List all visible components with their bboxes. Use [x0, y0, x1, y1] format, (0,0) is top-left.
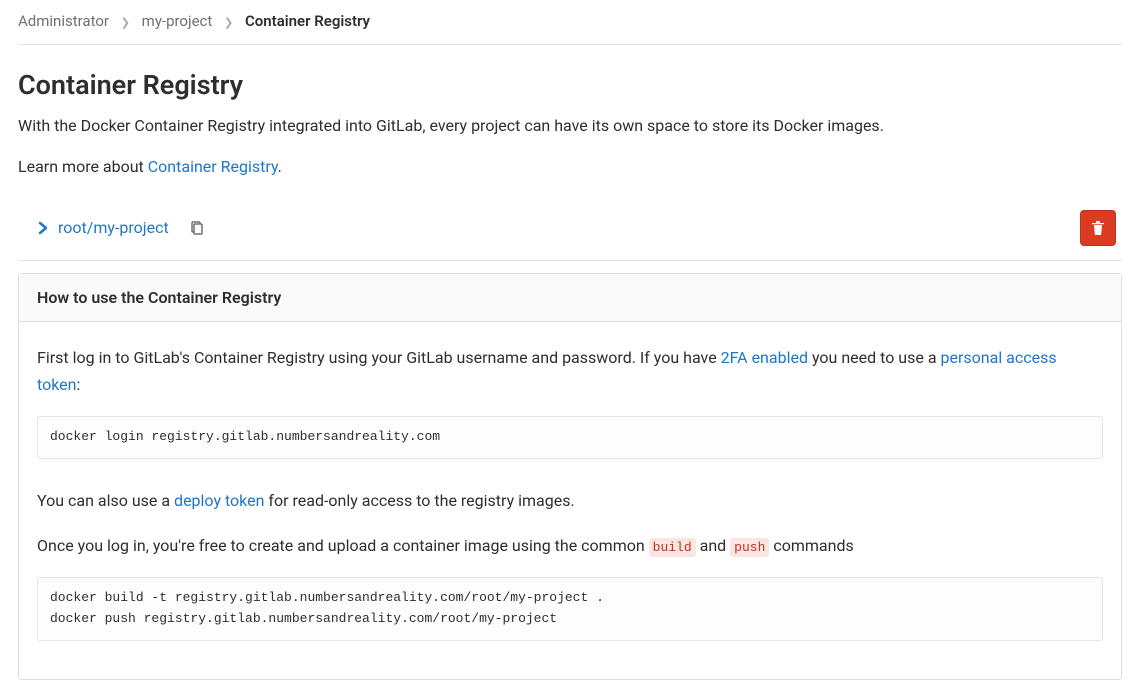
- learn-prefix: Learn more about: [18, 157, 148, 176]
- repo-name-link[interactable]: root/my-project: [58, 218, 169, 237]
- twofa-link[interactable]: 2FA enabled: [721, 348, 808, 367]
- code-build-push[interactable]: docker build -t registry.gitlab.numbersa…: [37, 577, 1103, 641]
- login-paragraph: First log in to GitLab's Container Regis…: [37, 344, 1103, 398]
- registry-repo-row: root/my-project: [18, 200, 1122, 261]
- page-title: Container Registry: [18, 69, 1122, 101]
- howto-panel: How to use the Container Registry First …: [18, 273, 1122, 680]
- learn-link[interactable]: Container Registry: [148, 157, 278, 176]
- panel-title: How to use the Container Registry: [19, 274, 1121, 322]
- breadcrumb-project[interactable]: my-project: [142, 12, 213, 30]
- clipboard-icon[interactable]: [185, 217, 207, 239]
- intro-text: With the Docker Container Registry integ…: [18, 113, 1122, 139]
- repo-left: root/my-project: [38, 217, 207, 239]
- chevron-right-icon: ❯: [121, 16, 130, 29]
- code-build-inline: build: [649, 538, 696, 557]
- chevron-right-icon[interactable]: [38, 221, 48, 235]
- chevron-right-icon: ❯: [224, 16, 233, 29]
- code-login[interactable]: docker login registry.gitlab.numbersandr…: [37, 416, 1103, 459]
- delete-repo-button[interactable]: [1080, 210, 1116, 246]
- learn-more: Learn more about Container Registry.: [18, 157, 1122, 176]
- deploy-token-link[interactable]: deploy token: [174, 491, 264, 510]
- build-push-paragraph: Once you log in, you're free to create a…: [37, 532, 1103, 559]
- breadcrumb-current: Container Registry: [245, 12, 370, 30]
- deploy-token-paragraph: You can also use a deploy token for read…: [37, 487, 1103, 514]
- trash-icon: [1091, 220, 1105, 236]
- breadcrumb: Administrator ❯ my-project ❯ Container R…: [18, 0, 1122, 45]
- code-push-inline: push: [730, 538, 769, 557]
- panel-body: First log in to GitLab's Container Regis…: [19, 322, 1121, 679]
- breadcrumb-root[interactable]: Administrator: [18, 12, 109, 30]
- learn-suffix: .: [278, 157, 282, 176]
